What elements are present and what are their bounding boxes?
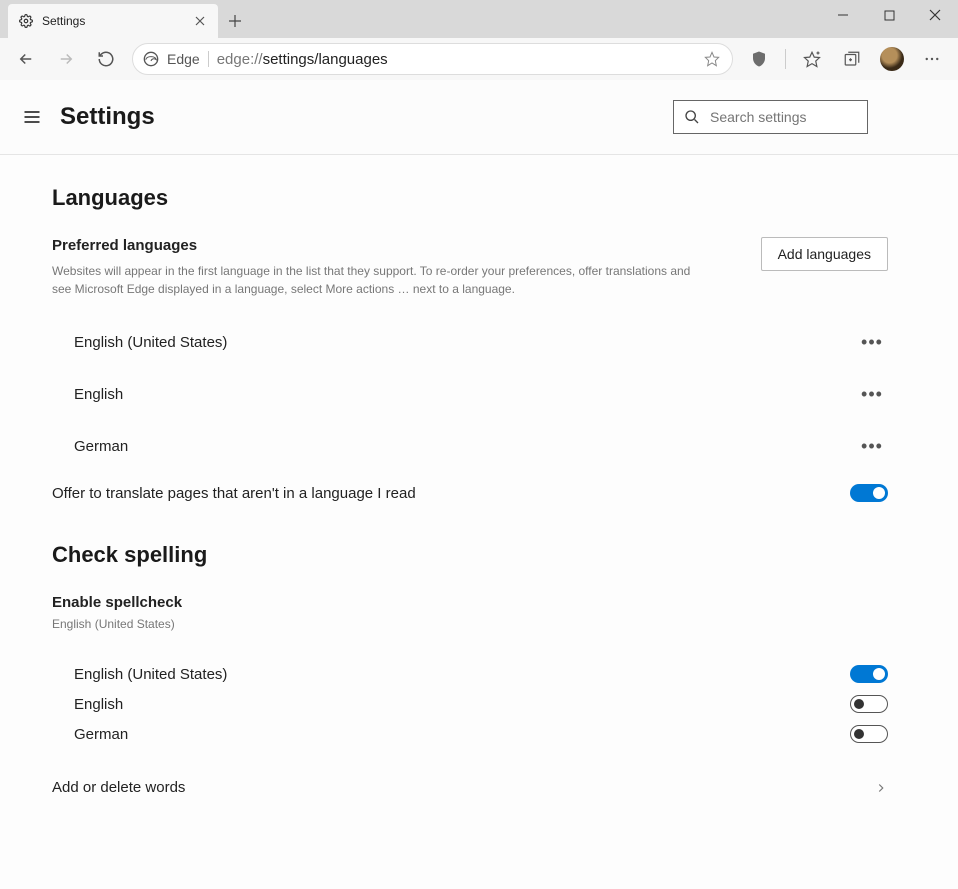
more-actions-icon[interactable]: •••	[856, 378, 888, 410]
address-bar[interactable]: Edge edge://settings/languages	[132, 43, 733, 75]
search-settings-input[interactable]	[710, 109, 857, 125]
languages-heading: Languages	[52, 185, 888, 211]
url-text: edge://settings/languages	[217, 51, 694, 68]
spellcheck-lang-name: English	[74, 696, 123, 713]
add-delete-words-label: Add or delete words	[52, 779, 185, 796]
add-delete-words-row[interactable]: Add or delete words	[52, 765, 888, 796]
language-item: German •••	[52, 420, 888, 472]
browser-toolbar: Edge edge://settings/languages	[0, 38, 958, 80]
maximize-button[interactable]	[866, 0, 912, 30]
close-window-button[interactable]	[912, 0, 958, 30]
translate-label: Offer to translate pages that aren't in …	[52, 485, 416, 502]
preferred-languages-header: Preferred languages Websites will appear…	[52, 237, 888, 298]
spellcheck-toggle[interactable]	[850, 725, 888, 743]
language-name: English (United States)	[74, 334, 227, 351]
search-settings-box[interactable]	[673, 100, 868, 134]
more-menu-icon[interactable]	[914, 41, 950, 77]
menu-icon[interactable]	[20, 105, 44, 129]
search-icon	[684, 109, 700, 125]
language-item: English (United States) •••	[52, 316, 888, 368]
language-name: English	[74, 386, 123, 403]
page-title: Settings	[60, 103, 657, 131]
settings-header: Settings	[0, 80, 958, 155]
chevron-right-icon	[874, 781, 888, 795]
back-button[interactable]	[8, 41, 44, 77]
separator	[208, 51, 209, 67]
window-titlebar: Settings	[0, 0, 958, 38]
spellcheck-item: German	[52, 713, 888, 743]
add-languages-button[interactable]: Add languages	[761, 237, 888, 271]
edge-logo-icon	[143, 51, 159, 67]
enable-spellcheck-title: Enable spellcheck	[52, 594, 888, 611]
profile-avatar[interactable]	[874, 41, 910, 77]
enable-spellcheck-sub: English (United States)	[52, 617, 888, 631]
spellcheck-lang-name: English (United States)	[74, 666, 227, 683]
refresh-button[interactable]	[88, 41, 124, 77]
toolbar-divider	[785, 49, 786, 69]
more-actions-icon[interactable]: •••	[856, 326, 888, 358]
forward-button[interactable]	[48, 41, 84, 77]
minimize-button[interactable]	[820, 0, 866, 30]
url-brand: Edge	[167, 51, 200, 67]
new-tab-button[interactable]	[218, 4, 252, 38]
tracking-shield-icon[interactable]	[741, 41, 777, 77]
spellcheck-item: English	[52, 683, 888, 713]
spellcheck-heading: Check spelling	[52, 542, 888, 568]
translate-toggle[interactable]	[850, 484, 888, 502]
spellcheck-item: English (United States)	[52, 653, 888, 683]
language-name: German	[74, 438, 128, 455]
collections-icon[interactable]	[834, 41, 870, 77]
spellcheck-lang-name: German	[74, 726, 128, 743]
more-actions-icon[interactable]: •••	[856, 430, 888, 462]
preferred-languages-list: English (United States) ••• English ••• …	[52, 316, 888, 472]
preferred-languages-title: Preferred languages	[52, 237, 712, 254]
tab-strip: Settings	[0, 0, 252, 38]
browser-tab[interactable]: Settings	[8, 4, 218, 38]
favorites-icon[interactable]	[794, 41, 830, 77]
window-controls	[820, 0, 958, 30]
spellcheck-toggle[interactable]	[850, 695, 888, 713]
close-tab-icon[interactable]	[192, 13, 208, 29]
language-item: English •••	[52, 368, 888, 420]
tab-title: Settings	[42, 14, 192, 28]
gear-icon	[18, 13, 34, 29]
settings-content: Languages Preferred languages Websites w…	[0, 155, 958, 889]
preferred-languages-desc: Websites will appear in the first langua…	[52, 262, 712, 298]
favorite-star-icon[interactable]	[702, 49, 722, 69]
translate-toggle-row: Offer to translate pages that aren't in …	[52, 472, 888, 502]
spellcheck-toggle[interactable]	[850, 665, 888, 683]
